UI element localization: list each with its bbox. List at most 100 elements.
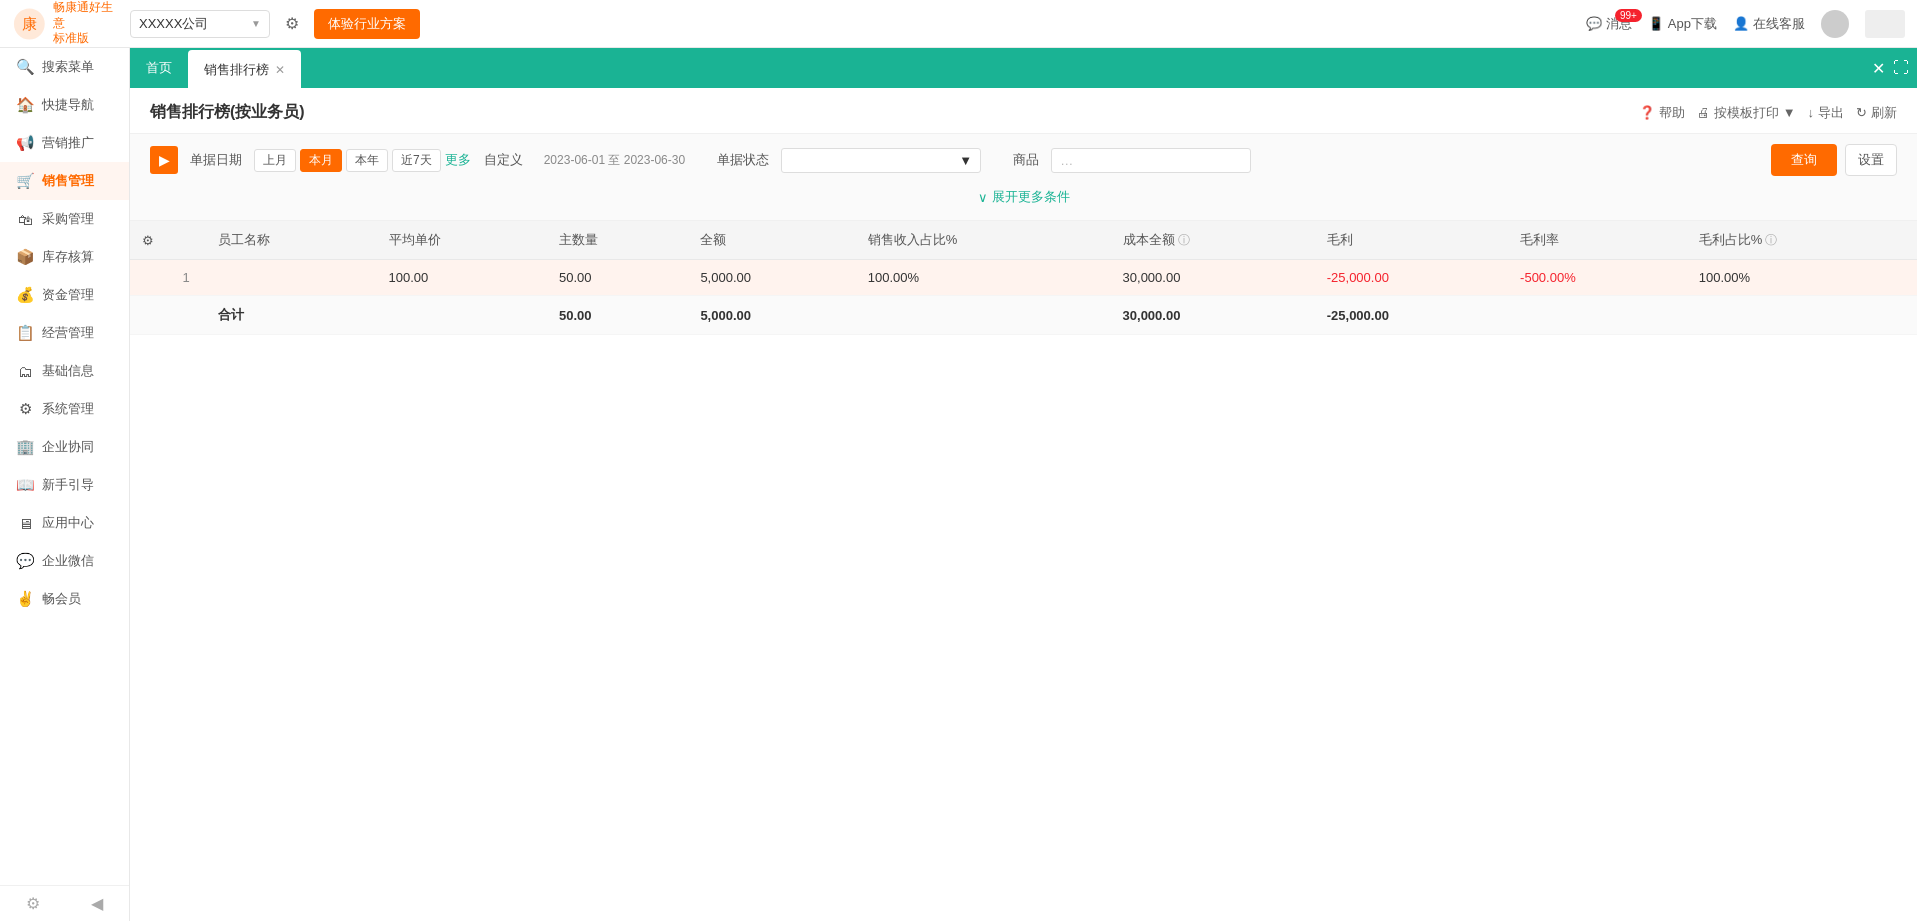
sidebar-label-10: 企业协同 xyxy=(42,438,94,456)
sidebar-icon-11: 📖 xyxy=(16,476,34,494)
filter-toggle-button[interactable]: ▶ xyxy=(150,146,178,174)
export-button[interactable]: ↓ 导出 xyxy=(1808,104,1845,122)
sidebar-item-采购管理[interactable]: 🛍采购管理 xyxy=(0,200,129,238)
company-selector[interactable]: XXXXX公司 ▼ xyxy=(130,10,270,38)
sidebar-collapse-icon[interactable]: ◀ xyxy=(91,894,103,913)
prev-month-button[interactable]: 上月 xyxy=(254,149,296,172)
footer-sales-pct xyxy=(856,296,1111,335)
print-icon: 🖨 xyxy=(1697,105,1710,120)
tab-close-icon[interactable]: ✕ xyxy=(275,63,285,77)
sidebar-icon-0: 🔍 xyxy=(16,58,34,76)
sidebar-item-新手引导[interactable]: 📖新手引导 xyxy=(0,466,129,504)
sidebar-label-9: 系统管理 xyxy=(42,400,94,418)
th-amount: 全额 xyxy=(688,221,855,260)
footer-amount: 5,000.00 xyxy=(688,296,855,335)
sidebar-label-8: 基础信息 xyxy=(42,362,94,380)
sidebar-label-3: 销售管理 xyxy=(42,172,94,190)
help-icon: ❓ xyxy=(1639,105,1655,120)
profit-pct-info-icon[interactable]: ⓘ xyxy=(1765,232,1777,249)
sidebar-label-4: 采购管理 xyxy=(42,210,94,228)
custom-date-link[interactable]: 自定义 xyxy=(475,148,532,172)
tab-maximize-button[interactable]: ⛶ xyxy=(1893,59,1909,77)
th-profit: 毛利 xyxy=(1315,221,1508,260)
gear-icon[interactable]: ⚙ xyxy=(278,10,306,38)
th-cost: 成本全额 ⓘ xyxy=(1111,221,1315,260)
more-dates-link[interactable]: 更多 xyxy=(445,151,471,169)
sidebar-item-经营管理[interactable]: 📋经营管理 xyxy=(0,314,129,352)
sidebar-icon-8: 🗂 xyxy=(16,363,34,380)
expand-conditions-button[interactable]: ∨ 展开更多条件 xyxy=(974,184,1074,210)
message-button[interactable]: 💬 消息 99+ xyxy=(1586,15,1632,33)
cell-cost-0: 30,000.00 xyxy=(1111,260,1315,296)
sidebar-item-企业协同[interactable]: 🏢 企业协同 xyxy=(0,428,129,466)
sidebar-icon-10: 🏢 xyxy=(16,438,34,456)
sidebar-label-5: 库存核算 xyxy=(42,248,94,266)
help-button[interactable]: ❓ 帮助 xyxy=(1639,104,1685,122)
settings-button[interactable]: 设置 xyxy=(1845,144,1897,176)
sidebar-item-库存核算[interactable]: 📦库存核算 xyxy=(0,238,129,276)
sidebar-item-企业微信[interactable]: 💬企业微信 xyxy=(0,542,129,580)
sidebar-icon-13: 💬 xyxy=(16,552,34,570)
sidebar-icon-3: 🛒 xyxy=(16,172,34,190)
tab-sales-ranking[interactable]: 销售排行榜 ✕ xyxy=(188,50,301,90)
sidebar-item-畅会员[interactable]: ✌畅会员 xyxy=(0,580,129,618)
sidebar-item-营销推广[interactable]: 📢营销推广 xyxy=(0,124,129,162)
app-download-button[interactable]: 📱 App下载 xyxy=(1648,15,1717,33)
filter-area: ▶ 单据日期 上月 本月 本年 近7天 更多 自定义 2023-06-01 至 … xyxy=(130,134,1917,221)
sidebar-item-销售管理[interactable]: 🛒 销售管理 xyxy=(0,162,129,200)
try-industry-button[interactable]: 体验行业方案 xyxy=(314,9,420,39)
table-body: 1 100.00 50.00 5,000.00 100.00% 30,000.0… xyxy=(130,260,1917,296)
cell-settings-0 xyxy=(130,260,166,296)
th-sales-pct: 销售收入占比% xyxy=(856,221,1111,260)
sidebar-item-搜索菜单[interactable]: 🔍 搜索菜单 xyxy=(0,48,129,86)
footer-rank xyxy=(166,296,206,335)
query-button[interactable]: 查询 xyxy=(1771,144,1837,176)
last-7-days-button[interactable]: 近7天 xyxy=(392,149,441,172)
sidebar-settings-icon[interactable]: ⚙ xyxy=(26,894,40,913)
status-select-chevron: ▼ xyxy=(959,153,972,168)
page-title: 销售排行榜(按业务员) xyxy=(150,102,305,123)
chevron-down-icon: ▼ xyxy=(251,18,261,29)
table-row: 1 100.00 50.00 5,000.00 100.00% 30,000.0… xyxy=(130,260,1917,296)
sidebar-label-0: 搜索菜单 xyxy=(42,58,94,76)
sidebar-item-系统管理[interactable]: ⚙系统管理 xyxy=(0,390,129,428)
table-footer-row: 合计 50.00 5,000.00 30,000.00 -25,000.00 xyxy=(130,296,1917,335)
export-icon: ↓ xyxy=(1808,105,1815,120)
footer-label: 合计 xyxy=(206,296,377,335)
query-actions: 查询 设置 xyxy=(1771,144,1897,176)
cost-info-icon[interactable]: ⓘ xyxy=(1178,232,1190,249)
tab-sales-ranking-label: 销售排行榜 xyxy=(204,61,269,79)
filter-row-expand: ∨ 展开更多条件 xyxy=(150,184,1897,210)
goods-input[interactable]: … xyxy=(1051,148,1251,173)
filter-row-1: ▶ 单据日期 上月 本月 本年 近7天 更多 自定义 2023-06-01 至 … xyxy=(150,144,1897,176)
th-settings[interactable]: ⚙ xyxy=(130,221,166,260)
sidebar-item-基础信息[interactable]: 🗂 基础信息 xyxy=(0,352,129,390)
th-profit-pct: 毛利占比% ⓘ xyxy=(1687,221,1917,260)
tab-close-window-button[interactable]: ✕ xyxy=(1872,59,1885,78)
cell-rank-0: 1 xyxy=(166,260,206,296)
status-select[interactable]: ▼ xyxy=(781,148,981,173)
footer-profit-rate xyxy=(1508,296,1687,335)
logo-text: 畅康通好生意 标准版 xyxy=(53,0,122,47)
online-service-button[interactable]: 👤 在线客服 xyxy=(1733,15,1805,33)
expand-arrow-icon: ∨ xyxy=(978,190,988,205)
sidebar-item-资金管理[interactable]: 💰资金管理 xyxy=(0,276,129,314)
service-icon: 👤 xyxy=(1733,16,1749,31)
footer-profit: -25,000.00 xyxy=(1315,296,1508,335)
sidebar-item-应用中心[interactable]: 🖥应用中心 xyxy=(0,504,129,542)
current-month-button[interactable]: 本月 xyxy=(300,149,342,172)
logo-area: 康 畅康通好生意 标准版 xyxy=(12,0,122,47)
user-name-area[interactable] xyxy=(1865,10,1905,38)
refresh-button[interactable]: ↻ 刷新 xyxy=(1856,104,1897,122)
user-avatar[interactable] xyxy=(1821,10,1849,38)
table-header: ⚙ 员工名称 平均单价 主数量 全额 销售收入占比% 成本全额 xyxy=(130,221,1917,260)
refresh-icon: ↻ xyxy=(1856,105,1867,120)
cell-profit-rate-0: -500.00% xyxy=(1508,260,1687,296)
print-button[interactable]: 🖨 按模板打印 ▼ xyxy=(1697,104,1796,122)
current-year-button[interactable]: 本年 xyxy=(346,149,388,172)
cell-qty-0: 50.00 xyxy=(547,260,688,296)
sidebar-item-快捷导航[interactable]: 🏠快捷导航 xyxy=(0,86,129,124)
tab-home[interactable]: 首页 xyxy=(130,48,188,88)
sidebar-icon-6: 💰 xyxy=(16,286,34,304)
page-content: 销售排行榜(按业务员) ❓ 帮助 🖨 按模板打印 ▼ ↓ xyxy=(130,88,1917,921)
